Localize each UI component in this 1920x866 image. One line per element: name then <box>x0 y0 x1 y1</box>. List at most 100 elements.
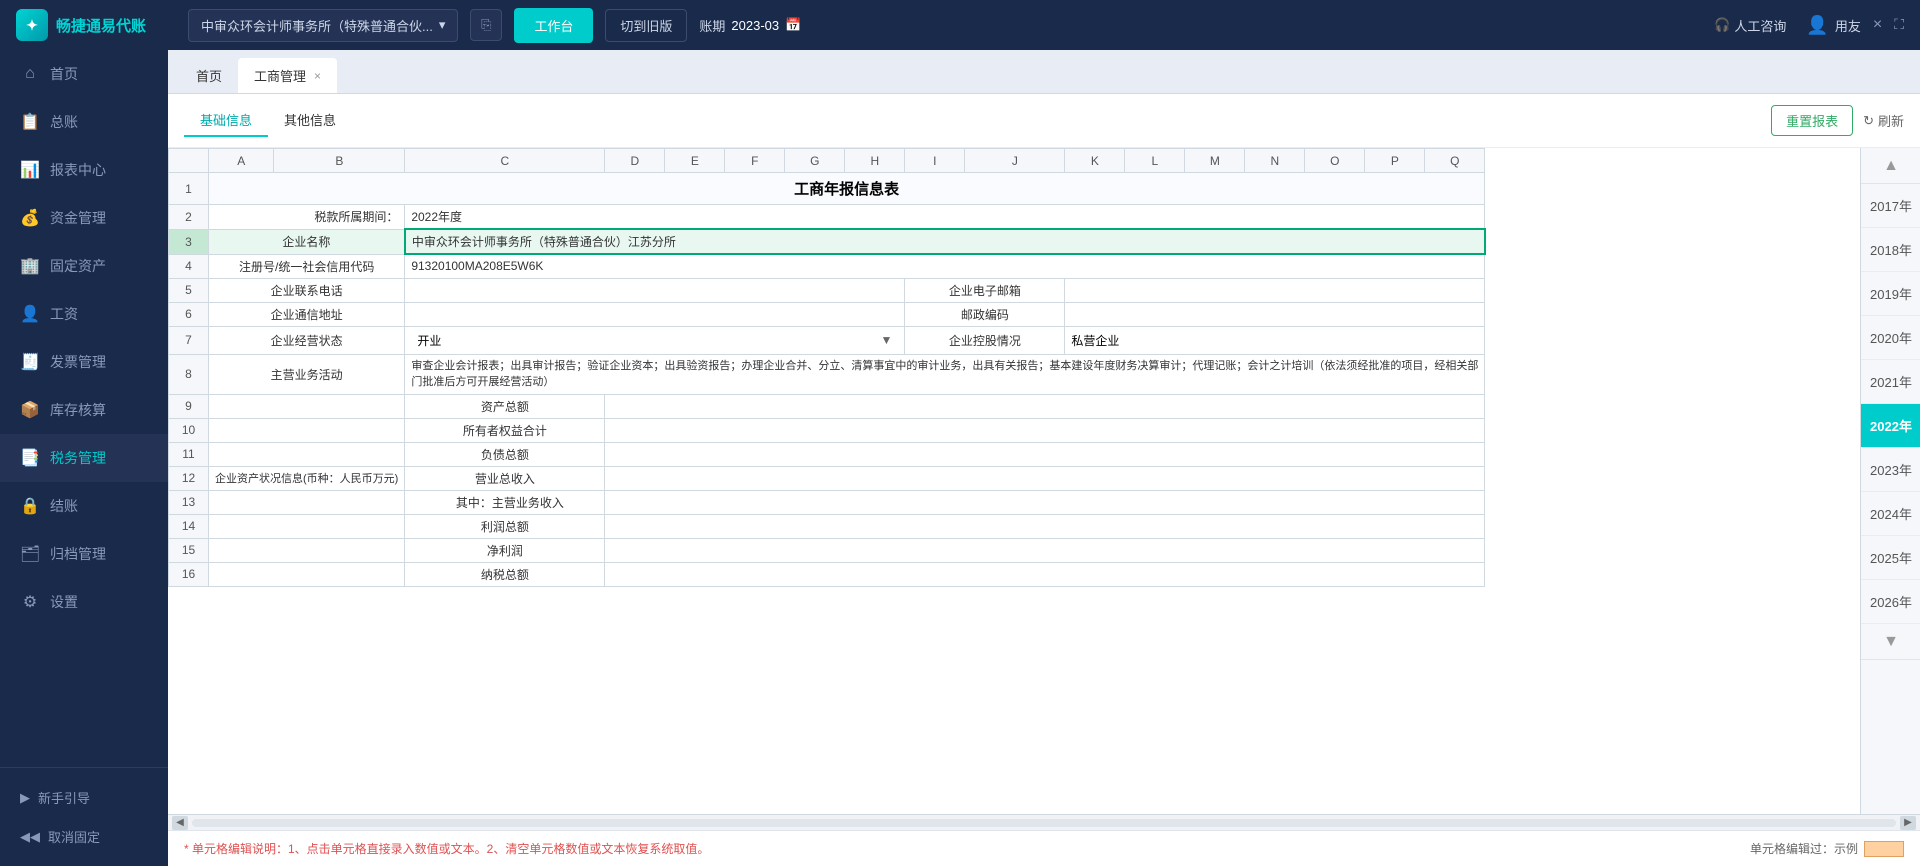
cell-5-value[interactable] <box>405 278 905 302</box>
row-num-14: 14 <box>169 514 209 538</box>
cell-6-right-label: 邮政编码 <box>905 302 1065 326</box>
year-nav-up-button[interactable]: ▲ <box>1861 148 1920 184</box>
cell-13-value[interactable] <box>605 490 1485 514</box>
sidebar-item-inventory[interactable]: 📦 库存核算 <box>0 386 168 434</box>
col-header-i: I <box>905 149 965 173</box>
info-tabs: 基础信息 其他信息 <box>184 104 352 137</box>
sidebar-item-home[interactable]: ⌂ 首页 <box>0 50 168 98</box>
tab-active[interactable]: 工商管理 × <box>238 58 337 93</box>
sidebar-item-tax[interactable]: 📑 税务管理 <box>0 434 168 482</box>
cell-8-value[interactable]: 审查企业会计报表；出具审计报告；验证企业资本；出具验资报告；办理企业合并、分立、… <box>405 354 1485 394</box>
cell-10-a <box>209 418 405 442</box>
maximize-window-button[interactable]: ⛶ <box>1894 16 1904 34</box>
year-item-2017[interactable]: 2017年 <box>1861 184 1920 228</box>
sidebar-item-close[interactable]: 🔒 结账 <box>0 482 168 530</box>
cell-14-label: 利润总额 <box>405 514 605 538</box>
cell-5-right-value[interactable] <box>1065 278 1485 302</box>
cell-4-value[interactable]: 91320100MA208E5W6K <box>405 254 1485 278</box>
sidebar-label-payroll: 工资 <box>50 304 78 324</box>
finance-icon: 💰 <box>20 208 40 228</box>
user-area[interactable]: 👤 用友 <box>1806 15 1860 36</box>
cell-6-value[interactable] <box>405 302 905 326</box>
content-toolbar: 基础信息 其他信息 重置报表 ↻ 刷新 <box>168 94 1920 148</box>
workbench-button[interactable]: 工作台 <box>514 8 593 43</box>
period-label: 账期 <box>699 16 725 35</box>
col-header-h: H <box>845 149 905 173</box>
refresh-button[interactable]: ↻ 刷新 <box>1863 111 1904 130</box>
horizontal-scrollbar[interactable]: ◀ ▶ <box>168 814 1920 830</box>
pin-label: 取消固定 <box>48 827 100 846</box>
cell-7-value[interactable]: 开业 ▼ <box>405 326 905 354</box>
company-selector[interactable]: 中审众环会计师事务所（特殊普通合伙... ▾ <box>188 9 458 42</box>
cell-7-right-value[interactable]: 私营企业 <box>1065 326 1485 354</box>
sidebar-item-finance[interactable]: 💰 资金管理 <box>0 194 168 242</box>
reset-report-button[interactable]: 重置报表 <box>1771 105 1853 136</box>
scroll-track[interactable] <box>192 819 1896 827</box>
row-num-15: 15 <box>169 538 209 562</box>
user-icon: 👤 <box>1806 15 1828 36</box>
cell-10-value[interactable] <box>605 418 1485 442</box>
cell-11-value[interactable] <box>605 442 1485 466</box>
year-item-2022[interactable]: 2022年 <box>1861 404 1920 448</box>
cell-3-value[interactable]: 中审众环会计师事务所（特殊普通合伙）江苏分所 <box>405 229 1485 254</box>
service-button[interactable]: 🎧 人工咨询 <box>1714 16 1786 35</box>
old-version-button[interactable]: 切到旧版 <box>605 9 687 42</box>
year-item-2021[interactable]: 2021年 <box>1861 360 1920 404</box>
logo-icon: ✦ <box>16 9 48 41</box>
cell-6-right-value[interactable] <box>1065 302 1485 326</box>
year-nav-down-button[interactable]: ▼ <box>1861 624 1920 660</box>
sidebar-item-assets[interactable]: 🏢 固定资产 <box>0 242 168 290</box>
cell-11-a <box>209 442 405 466</box>
tab-other-info[interactable]: 其他信息 <box>268 104 352 137</box>
scroll-left-button[interactable]: ◀ <box>172 816 188 830</box>
cell-12-value-label: 营业总收入 <box>405 466 605 490</box>
cell-13-a <box>209 490 405 514</box>
new-guide-button[interactable]: ▶ 新手引导 <box>0 778 168 817</box>
status-right: 单元格编辑过：示例 <box>1750 840 1904 857</box>
dropdown-arrow-icon[interactable]: ▼ <box>880 333 892 347</box>
sidebar-item-invoice[interactable]: 🧾 发票管理 <box>0 338 168 386</box>
report-icon: 📊 <box>20 160 40 180</box>
calendar-icon[interactable]: 📅 <box>785 17 801 33</box>
sidebar-item-settings[interactable]: ⚙ 设置 <box>0 578 168 626</box>
sheet-main[interactable]: A B C D E F G H I J K L M <box>168 148 1860 814</box>
scroll-right-button[interactable]: ▶ <box>1900 816 1916 830</box>
sidebar-item-ledger[interactable]: 📋 总账 <box>0 98 168 146</box>
cell-9-value[interactable] <box>605 394 1485 418</box>
sidebar-label-settings: 设置 <box>50 592 78 612</box>
header-right: 🎧 人工咨询 👤 用友 <box>1714 15 1861 36</box>
copy-button[interactable]: ⎘ <box>470 9 502 41</box>
cell-14-value[interactable] <box>605 514 1485 538</box>
year-item-2019[interactable]: 2019年 <box>1861 272 1920 316</box>
cell-2-value[interactable]: 2022年度 <box>405 205 1485 230</box>
status-bar: * 单元格编辑说明：1、点击单元格直接录入数值或文本。2、清空单元格数值或文本恢… <box>168 830 1920 866</box>
year-item-2018[interactable]: 2018年 <box>1861 228 1920 272</box>
guide-icon: ▶ <box>20 790 30 806</box>
tab-basic-info[interactable]: 基础信息 <box>184 104 268 137</box>
company-name: 中审众环会计师事务所（特殊普通合伙... <box>201 16 433 35</box>
close-icon: 🔒 <box>20 496 40 516</box>
pin-button[interactable]: ◀◀ 取消固定 <box>0 817 168 856</box>
year-item-2026[interactable]: 2026年 <box>1861 580 1920 624</box>
tax-icon: 📑 <box>20 448 40 468</box>
refresh-icon: ↻ <box>1863 113 1874 129</box>
close-window-button[interactable]: × <box>1873 16 1882 34</box>
cell-title[interactable]: 工商年报信息表 <box>209 173 1485 205</box>
sidebar-item-report[interactable]: 📊 报表中心 <box>0 146 168 194</box>
year-item-2020[interactable]: 2020年 <box>1861 316 1920 360</box>
sidebar-item-archive[interactable]: 🗂 归档管理 <box>0 530 168 578</box>
sidebar-item-payroll[interactable]: 👤 工资 <box>0 290 168 338</box>
row-num-1: 1 <box>169 173 209 205</box>
main-area: 首页 工商管理 × 基础信息 其他信息 重置报表 ↻ 刷新 <box>168 50 1920 866</box>
tab-close-button[interactable]: × <box>314 69 321 83</box>
year-item-2024[interactable]: 2024年 <box>1861 492 1920 536</box>
year-item-2023[interactable]: 2023年 <box>1861 448 1920 492</box>
year-item-2025[interactable]: 2025年 <box>1861 536 1920 580</box>
cell-15-value[interactable] <box>605 538 1485 562</box>
row-num-6: 6 <box>169 302 209 326</box>
cell-12-value[interactable] <box>605 466 1485 490</box>
archive-icon: 🗂 <box>20 544 40 564</box>
table-row: 5 企业联系电话 企业电子邮箱 <box>169 278 1485 302</box>
tab-home[interactable]: 首页 <box>180 58 238 93</box>
cell-16-value[interactable] <box>605 562 1485 586</box>
